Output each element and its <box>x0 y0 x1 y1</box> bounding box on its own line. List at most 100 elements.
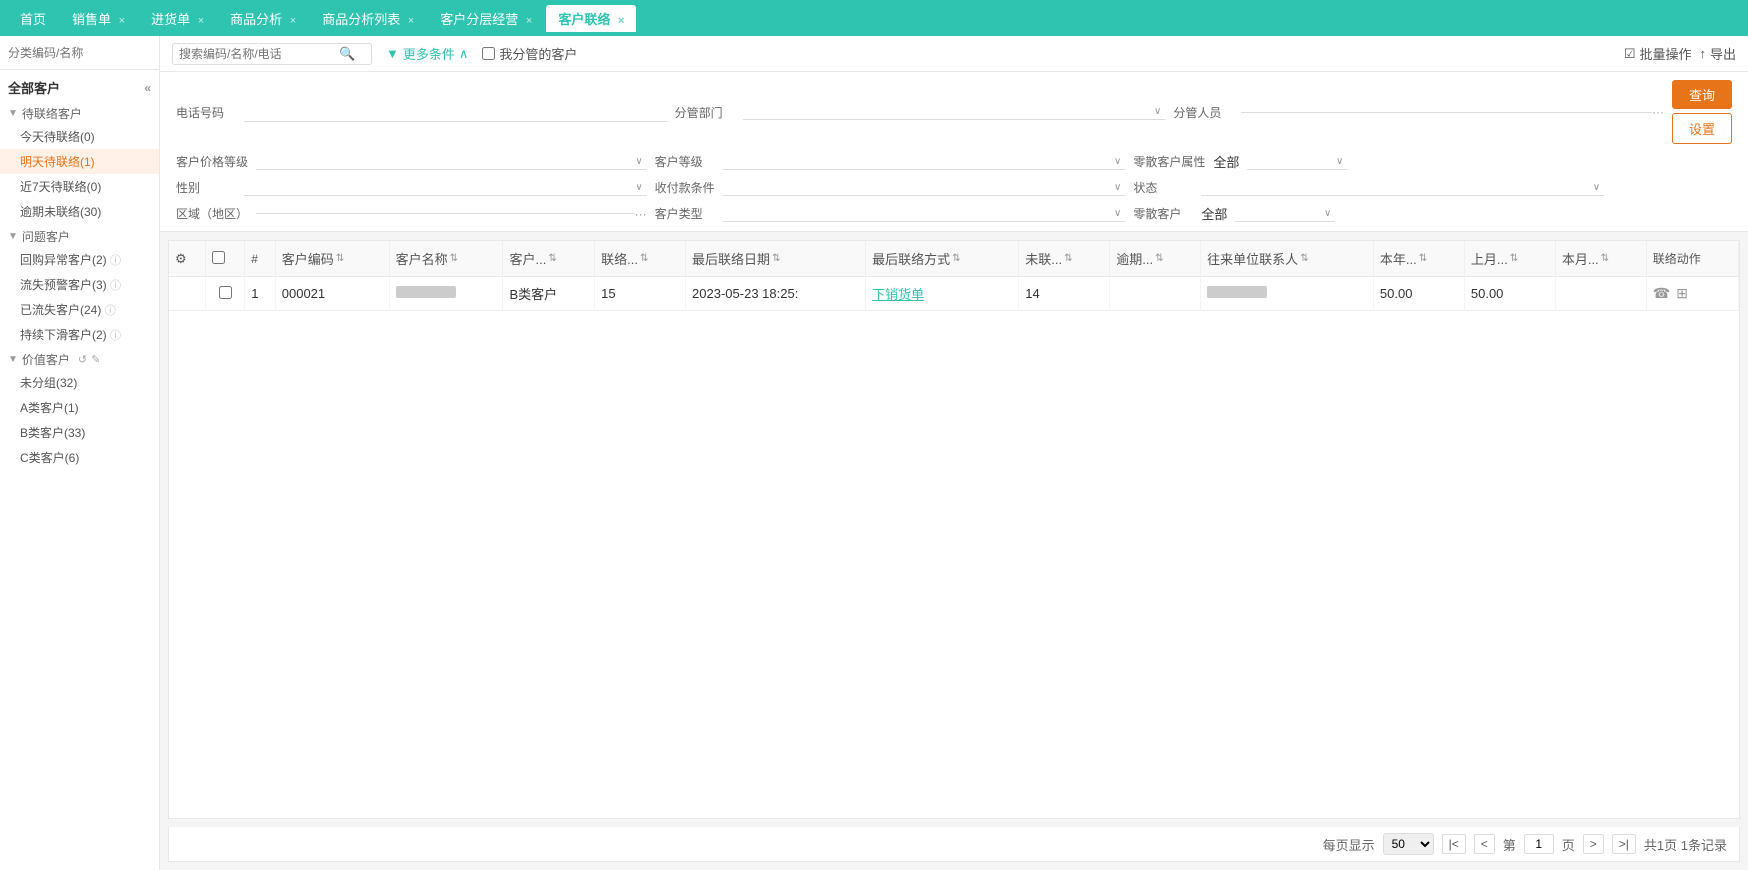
col-type-sort[interactable]: 客户... ⇅ <box>509 249 556 268</box>
col-this-month-sort[interactable]: 本月... ⇅ <box>1562 249 1609 268</box>
col-last-date-sort[interactable]: 最后联络日期 ⇅ <box>692 249 780 268</box>
reset-btn[interactable]: 设置 <box>1672 113 1732 144</box>
filter-status: 状态 ∨ <box>1133 179 1604 196</box>
col-last-month-sort[interactable]: 上月... ⇅ <box>1471 249 1518 268</box>
sidebar-item-class-a[interactable]: A类客户(1) <box>0 395 159 420</box>
next-page-btn[interactable]: > <box>1583 834 1604 854</box>
sidebar-search-input[interactable] <box>8 46 160 60</box>
checkbox-icon: ☑ <box>1624 46 1636 62</box>
first-page-btn[interactable]: |< <box>1442 834 1466 854</box>
filter-status-label: 状态 <box>1133 179 1193 196</box>
cell-actions: ☎ ⊞ <box>1646 277 1738 311</box>
filter-status-select[interactable]: ∨ <box>1201 180 1604 196</box>
filter-dept: 分管部门 ∨ <box>675 104 1166 121</box>
main-search-input[interactable] <box>179 47 339 61</box>
filter-retail-attr-select[interactable]: ∨ <box>1247 154 1347 170</box>
sidebar-item-tomorrow[interactable]: 明天待联络(1) <box>0 149 159 174</box>
batch-ops-btn[interactable]: ☑ 批量操作 <box>1624 44 1692 63</box>
sidebar-group-problem[interactable]: 问题客户 <box>0 224 159 247</box>
filter-dept-select[interactable]: ∨ <box>743 104 1166 120</box>
edit-icon[interactable]: ✎ <box>91 353 100 366</box>
cell-this-month <box>1555 277 1646 311</box>
close-contact-icon[interactable]: × <box>618 15 624 27</box>
filter-customer-type-select[interactable]: ∨ <box>723 206 1126 222</box>
sidebar-item-overdue[interactable]: 逾期未联络(30) <box>0 199 159 224</box>
sidebar-item-class-b[interactable]: B类客户(33) <box>0 420 159 445</box>
filter-retail-attr: 零散客户属性 全部 ∨ <box>1133 152 1604 171</box>
filter-price-level-select[interactable]: ∨ <box>256 154 647 170</box>
sidebar-item-today[interactable]: 今天待联络(0) <box>0 124 159 149</box>
page-number-input[interactable] <box>1524 834 1554 854</box>
last-page-btn[interactable]: >| <box>1612 834 1636 854</box>
col-action: 联络动作 <box>1646 241 1738 277</box>
nav-home[interactable]: 首页 <box>8 5 58 32</box>
grid-icon[interactable]: ⊞ <box>1676 285 1688 302</box>
col-code-sort[interactable]: 客户编码 ⇅ <box>282 249 344 268</box>
sidebar-item-lost-warning[interactable]: 流失预警客户(3) ⓘ <box>0 272 159 297</box>
nav-purchase[interactable]: 进货单 × <box>139 5 216 32</box>
close-product-analysis-icon[interactable]: × <box>290 15 296 27</box>
filter-panel: 电话号码 分管部门 ∨ 分管人员 ··· 查询 设置 <box>160 72 1748 232</box>
my-customers-checkbox[interactable] <box>482 47 495 60</box>
filter-retail-customer-select[interactable]: ∨ <box>1235 206 1335 222</box>
nav-customer-contact[interactable]: 客户联络 × <box>546 5 636 32</box>
col-not-contacted-sort[interactable]: 未联... ⇅ <box>1025 249 1072 268</box>
retail-attr-arrow-icon: ∨ <box>1336 156 1343 167</box>
sidebar-group-pending[interactable]: 待联络客户 <box>0 101 159 124</box>
close-sales-icon[interactable]: × <box>119 15 125 27</box>
page-size-select[interactable]: 50 100 200 <box>1383 833 1434 855</box>
sidebar-item-declining[interactable]: 持续下滑客户(2) ⓘ <box>0 322 159 347</box>
payment-arrow-icon: ∨ <box>1114 182 1121 193</box>
filter-payment-select[interactable]: ∨ <box>723 180 1126 196</box>
filter-gender-select[interactable]: ∨ <box>244 180 647 196</box>
col-name-sort[interactable]: 客户名称 ⇅ <box>396 249 458 268</box>
sidebar-group-value[interactable]: 价值客户 ↺ ✎ <box>0 347 159 370</box>
filter-retail-customer: 零散客户 全部 ∨ <box>1133 204 1604 223</box>
sort-notcontact-icon: ⇅ <box>1064 253 1072 264</box>
select-all-checkbox[interactable] <box>212 251 225 264</box>
col-contact-sort[interactable]: 联络... ⇅ <box>601 249 648 268</box>
col-contact-person-sort[interactable]: 往来单位联系人 ⇅ <box>1207 249 1308 268</box>
info-icon-2: ⓘ <box>110 280 121 292</box>
close-purchase-icon[interactable]: × <box>198 15 204 27</box>
close-product-list-icon[interactable]: × <box>408 15 414 27</box>
col-overdue-sort[interactable]: 逾期... ⇅ <box>1116 249 1163 268</box>
top-toolbar: 🔍 ▼ 更多条件 ∧ 我分管的客户 ☑ 批量操作 ↑ 导出 <box>160 36 1748 72</box>
sidebar-item-lost[interactable]: 已流失客户(24) ⓘ <box>0 297 159 322</box>
sidebar-item-class-c[interactable]: C类客户(6) <box>0 445 159 470</box>
filter-phone-input[interactable] <box>244 103 667 122</box>
sidebar-collapse-icon[interactable]: « <box>144 81 151 95</box>
filter-row-2: 客户价格等级 ∨ 客户等级 ∨ 零散客户属性 全部 ∨ <box>176 152 1732 171</box>
col-overdue: 逾期... ⇅ <box>1110 241 1201 277</box>
filter-manager-ellipsis[interactable]: ··· <box>1652 105 1664 119</box>
row-checkbox[interactable] <box>219 286 232 299</box>
sidebar-item-7days[interactable]: 近7天待联络(0) <box>0 174 159 199</box>
query-btn[interactable]: 查询 <box>1672 80 1732 109</box>
filter-icon: ▼ <box>386 46 399 61</box>
more-filter-btn[interactable]: ▼ 更多条件 ∧ <box>380 42 474 65</box>
col-last-way-sort[interactable]: 最后联络方式 ⇅ <box>872 249 960 268</box>
sidebar-item-repurchase-abnormal[interactable]: 回购异常客户(2) ⓘ <box>0 247 159 272</box>
my-customers-checkbox-container[interactable]: 我分管的客户 <box>482 44 577 63</box>
sidebar-item-ungroup[interactable]: 未分组(32) <box>0 370 159 395</box>
export-btn[interactable]: ↑ 导出 <box>1699 44 1736 63</box>
refresh-icon[interactable]: ↺ <box>78 353 87 366</box>
filter-customer-level-select[interactable]: ∨ <box>723 154 1126 170</box>
nav-sales[interactable]: 销售单 × <box>60 5 137 32</box>
nav-customer-segment[interactable]: 客户分层经营 × <box>428 5 544 32</box>
close-segment-icon[interactable]: × <box>526 15 532 27</box>
filter-retail-customer-label: 零散客户 <box>1133 205 1193 222</box>
main-search-icon[interactable]: 🔍 <box>339 46 355 62</box>
call-icon[interactable]: ☎ <box>1653 285 1670 302</box>
filter-row-4: 区域（地区） ··· 客户类型 ∨ 零散客户 全部 ∨ <box>176 204 1732 223</box>
filter-gender-label: 性别 <box>176 179 236 196</box>
filter-region-ellipsis[interactable]: ··· <box>635 207 647 221</box>
last-way-link[interactable]: 下销货单 <box>872 287 924 302</box>
settings-icon[interactable]: ⚙ <box>175 251 187 266</box>
prev-page-btn[interactable]: < <box>1474 834 1495 854</box>
all-customers-header[interactable]: 全部客户 « <box>0 70 159 101</box>
nav-product-analysis[interactable]: 商品分析 × <box>218 5 308 32</box>
col-this-year-sort[interactable]: 本年... ⇅ <box>1380 249 1427 268</box>
main-layout: 🔍 全部客户 « 待联络客户 今天待联络(0) 明天待联络(1) 近7天待联络(… <box>0 36 1748 870</box>
nav-product-analysis-list[interactable]: 商品分析列表 × <box>310 5 426 32</box>
